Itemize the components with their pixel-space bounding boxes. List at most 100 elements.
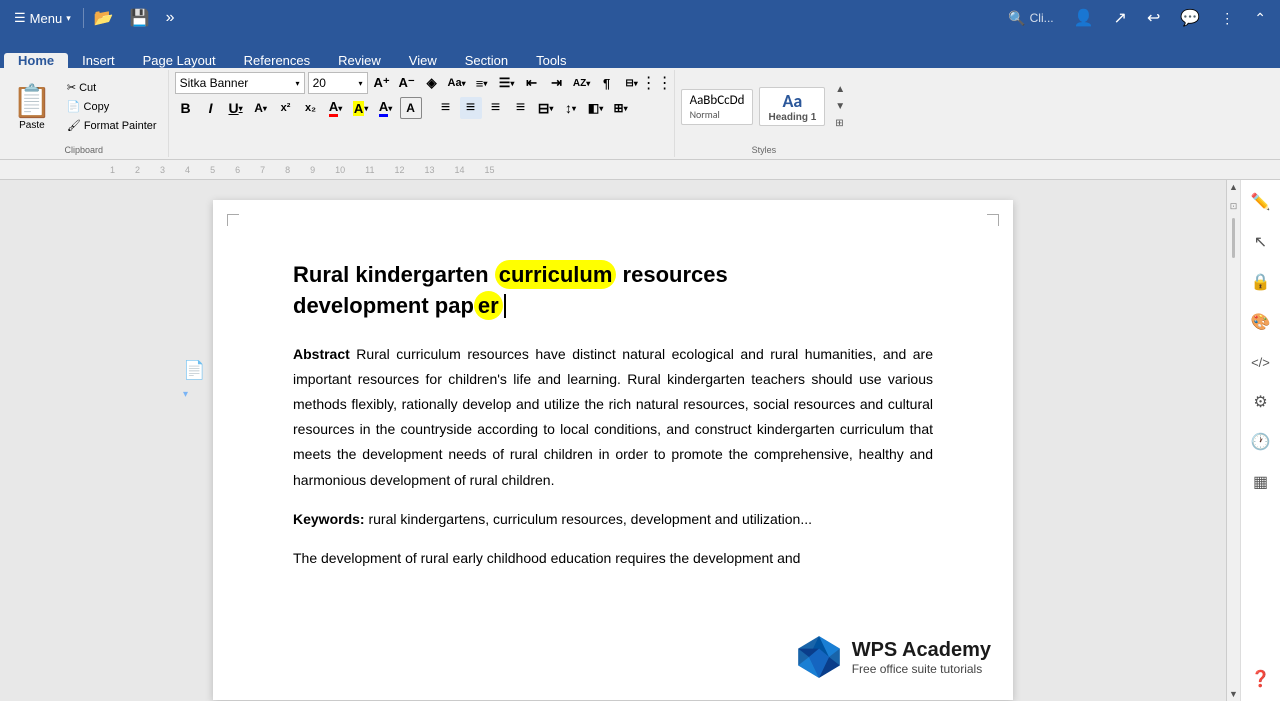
increase-indent-button[interactable]: ⇥	[546, 72, 568, 94]
wps-logo-icon	[794, 632, 844, 682]
layout-panel-icon[interactable]: ▦	[1247, 468, 1275, 496]
style-normal[interactable]: AaBbCcDd Normal	[681, 89, 754, 125]
open-file-icon[interactable]: 📂	[88, 4, 120, 32]
decrease-indent-button[interactable]: ⇤	[521, 72, 543, 94]
indent-options-button[interactable]: ⊟▾	[621, 72, 643, 94]
save-icon[interactable]: 💾	[124, 4, 156, 32]
keywords-label: Keywords:	[293, 511, 365, 527]
italic-button[interactable]: I	[200, 97, 222, 119]
format-painter-icon: 🖌	[67, 119, 81, 132]
abstract-text: Rural curriculum resources have distinct…	[293, 346, 933, 488]
history-panel-icon[interactable]: 🕐	[1247, 428, 1275, 456]
change-case-button[interactable]: Aa▾	[446, 72, 468, 94]
spacing-button[interactable]: ⋮⋮	[646, 72, 668, 94]
tab-section[interactable]: Section	[451, 53, 522, 68]
sort-button[interactable]: AZ▾	[571, 72, 593, 94]
cursor-panel-icon[interactable]: ↖	[1247, 228, 1275, 256]
share-icon[interactable]: ↗	[1106, 4, 1135, 32]
styles-label: Styles	[752, 145, 777, 155]
borders-button[interactable]: ⊞▾	[610, 97, 632, 119]
edit-panel-icon[interactable]: ✏️	[1247, 188, 1275, 216]
scroll-up-arrow[interactable]: ▲	[1227, 180, 1241, 194]
styles-scroll-arrow[interactable]: ▲ ▼ ⊞	[833, 82, 847, 131]
align-left-button[interactable]: ≡	[435, 97, 457, 119]
show-marks-button[interactable]: ¶	[596, 72, 618, 94]
undo-redo-icon[interactable]: ↩	[1139, 4, 1168, 32]
search-icon[interactable]: 🔍 Cli...	[1000, 6, 1061, 31]
paste-label: Paste	[19, 120, 45, 131]
tab-tools[interactable]: Tools	[522, 53, 580, 68]
clear-format-button[interactable]: ◈	[421, 72, 443, 94]
style-heading1[interactable]: Aa Heading 1	[759, 87, 825, 126]
paste-button[interactable]: 📋 Paste	[6, 79, 58, 134]
account-icon[interactable]: 👤	[1066, 4, 1102, 32]
document-layout-icon[interactable]: 📄▾	[183, 360, 205, 402]
highlight-color-button[interactable]: A▾	[350, 97, 372, 119]
more-actions-icon[interactable]: »	[160, 5, 181, 31]
font-color-button[interactable]: A▾	[325, 97, 347, 119]
style-heading-label: Heading 1	[768, 112, 816, 123]
underline-button[interactable]: U▾	[225, 97, 247, 119]
copy-button[interactable]: 📄 Copy	[62, 98, 162, 115]
subscript-button[interactable]: x₂	[300, 97, 322, 119]
font-color2-button[interactable]: A▾	[375, 97, 397, 119]
wps-academy-subtitle: Free office suite tutorials	[852, 662, 991, 676]
style-heading-text: Aa	[782, 90, 802, 112]
document-canvas: 📄▾ Rural kindergarten curriculum resourc…	[0, 180, 1226, 701]
scroll-top-indicator[interactable]: ⊡	[1230, 194, 1238, 218]
copy-icon: 📄	[67, 100, 81, 113]
strikethrough-button[interactable]: A▾	[250, 97, 272, 119]
settings-panel-icon[interactable]: ⚙	[1247, 388, 1275, 416]
hamburger-icon: ☰	[14, 10, 26, 26]
font-grow-button[interactable]: A⁺	[371, 72, 393, 94]
align-right-button[interactable]: ≡	[485, 97, 507, 119]
right-sidebar: ✏️ ↖ 🔒 🎨 </> ⚙ 🕐 ▦ ❓	[1240, 180, 1280, 701]
font-name-arrow: ▾	[296, 79, 300, 88]
tab-page-layout[interactable]: Page Layout	[129, 53, 230, 68]
clipboard-label: Clipboard	[65, 145, 104, 155]
shading-button[interactable]: ◧▾	[585, 97, 607, 119]
ruler: 12345 678910 1112131415	[0, 160, 1280, 180]
vertical-scrollbar[interactable]: ▲ ⊡ ▼	[1226, 180, 1240, 701]
comment-icon[interactable]: 💬	[1172, 4, 1208, 32]
abstract-label: Abstract	[293, 346, 350, 362]
columns-button[interactable]: ⊟▾	[535, 97, 557, 119]
wps-academy-overlay: WPS Academy Free office suite tutorials	[782, 624, 1003, 690]
scroll-down-arrow[interactable]: ▼	[1227, 687, 1241, 701]
highlighted-title-text: curriculum	[495, 260, 617, 289]
bold-button[interactable]: B	[175, 97, 197, 119]
smart-art-panel-icon[interactable]: 🎨	[1247, 308, 1275, 336]
justify-button[interactable]: ≡	[510, 97, 532, 119]
superscript-button[interactable]: x²	[275, 97, 297, 119]
tab-insert[interactable]: Insert	[68, 53, 129, 68]
text-cursor	[504, 294, 506, 318]
keywords-paragraph: Keywords: rural kindergartens, curriculu…	[293, 507, 933, 532]
document-title: Rural kindergarten curriculum resources …	[293, 260, 933, 322]
tab-references[interactable]: References	[230, 53, 324, 68]
number-list-button[interactable]: ☰▾	[496, 72, 518, 94]
menu-arrow-icon: ▾	[66, 13, 71, 24]
scroll-thumb[interactable]	[1232, 218, 1236, 258]
hamburger-menu[interactable]: ☰ Menu ▾	[6, 6, 79, 30]
tab-view[interactable]: View	[395, 53, 451, 68]
font-name-selector[interactable]: Sitka Banner ▾	[175, 72, 305, 94]
font-size-selector[interactable]: 20 ▾	[308, 72, 368, 94]
align-center-button[interactable]: ≡	[460, 97, 482, 119]
wps-academy-title: WPS Academy	[852, 639, 991, 662]
minimize-icon[interactable]: ⌃	[1246, 6, 1274, 31]
format-painter-button[interactable]: 🖌 Format Painter	[62, 117, 162, 134]
code-panel-icon[interactable]: </>	[1247, 348, 1275, 376]
font-shrink-button[interactable]: A⁻	[396, 72, 418, 94]
lock-panel-icon[interactable]: 🔒	[1247, 268, 1275, 296]
tab-home[interactable]: Home	[4, 53, 68, 68]
abstract-paragraph: Abstract Rural curriculum resources have…	[293, 342, 933, 493]
more-menu-icon[interactable]: ⋮	[1212, 6, 1242, 31]
line-spacing-button[interactable]: ↕▾	[560, 97, 582, 119]
text-effects-button[interactable]: A	[400, 97, 422, 119]
cut-button[interactable]: ✂ Cut	[62, 79, 162, 96]
keywords-text: rural kindergartens, curriculum resource…	[365, 511, 812, 527]
style-normal-label: Normal	[690, 108, 745, 121]
paste-icon: 📋	[12, 82, 52, 120]
bullet-list-button[interactable]: ≡▾	[471, 72, 493, 94]
tab-review[interactable]: Review	[324, 53, 395, 68]
